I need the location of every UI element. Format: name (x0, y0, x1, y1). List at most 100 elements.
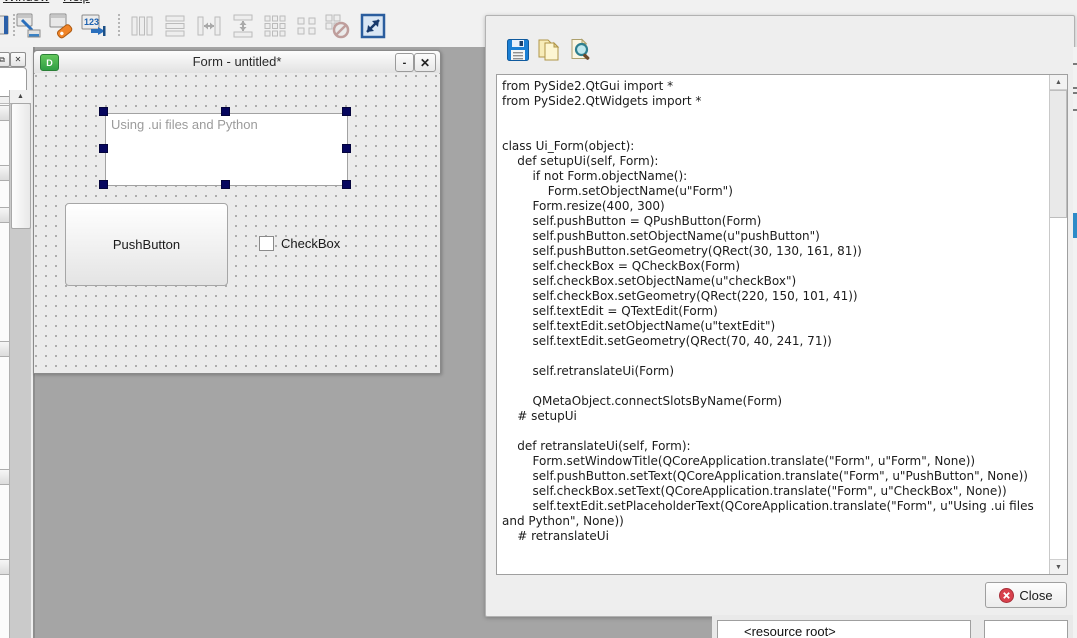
code-line: if not Form.objectName(): (502, 169, 1045, 184)
toolbar-separator (118, 14, 120, 38)
edit-tab-order-button[interactable]: 123 (79, 10, 109, 42)
resource-preview[interactable] (984, 620, 1068, 638)
menu-help[interactable]: Help (63, 0, 90, 4)
edit-buddies-button[interactable] (47, 10, 77, 42)
list-item[interactable] (0, 165, 9, 181)
lay-out-vertically-in-splitter-button[interactable] (228, 10, 258, 42)
edit-signals-slots-icon (16, 13, 42, 39)
text-fragment (1073, 109, 1077, 111)
text-fragment (1073, 63, 1077, 65)
list-item[interactable] (0, 469, 9, 485)
push-button-widget[interactable]: PushButton (65, 203, 228, 286)
selection-handle[interactable] (342, 107, 351, 116)
resource-browser-panel: <resource root> (712, 615, 1077, 638)
selection-handle[interactable] (221, 107, 230, 116)
list-item[interactable] (0, 207, 9, 223)
code-line: def retranslateUi(self, Form): (502, 439, 1045, 454)
close-icon[interactable]: ✕ (10, 52, 26, 67)
selection-handle[interactable] (99, 107, 108, 116)
form-canvas[interactable]: Using .ui files and Python PushButton Ch… (35, 73, 439, 372)
selection-handle[interactable] (99, 144, 108, 153)
code-line: self.textEdit.setPlaceholderText(QCoreAp… (502, 499, 1045, 514)
close-button-label: Close (1019, 588, 1052, 603)
edit-signals-slots-button[interactable] (14, 10, 44, 42)
menu-window[interactable]: Window (3, 0, 49, 4)
close-icon (999, 588, 1014, 603)
lay-out-horizontally-in-splitter-button[interactable] (194, 10, 224, 42)
widget-list[interactable] (0, 103, 9, 638)
scroll-up-icon[interactable]: ▲ (10, 90, 31, 104)
selection-handle[interactable] (99, 180, 108, 189)
scrollbar-thumb[interactable] (11, 103, 31, 229)
scroll-up-icon[interactable]: ▲ (1050, 75, 1067, 90)
lay-out-horizontally-button[interactable] (127, 10, 157, 42)
code-line: # retranslateUi (502, 529, 1045, 544)
lay-out-horizontally-icon (129, 13, 155, 39)
selection-handle[interactable] (342, 144, 351, 153)
check-box-widget[interactable]: CheckBox (255, 223, 356, 264)
edit-buddies-icon (49, 13, 75, 39)
code-line: self.pushButton.setObjectName(u"pushButt… (502, 229, 1045, 244)
code-line (502, 349, 1045, 364)
save-button[interactable] (504, 37, 532, 63)
adjust-size-button[interactable] (358, 10, 388, 42)
resource-root-item[interactable]: <resource root> (744, 624, 836, 638)
code-line: Form.setWindowTitle(QCoreApplication.tra… (502, 454, 1045, 469)
lay-out-in-a-form-layout-button[interactable] (292, 10, 322, 42)
svg-text:123: 123 (84, 17, 99, 27)
code-line (502, 109, 1045, 124)
lay-out-in-a-grid-icon (262, 13, 288, 39)
lay-out-vertically-button[interactable] (160, 10, 190, 42)
code-line: self.pushButton = QPushButton(Form) (502, 214, 1045, 229)
code-line: self.textEdit = QTextEdit(Form) (502, 304, 1045, 319)
code-vertical-scrollbar[interactable]: ▲ ▼ (1049, 75, 1067, 574)
find-button[interactable] (567, 37, 595, 63)
widget-box-scrollbar[interactable]: ▲ (9, 90, 31, 638)
list-item[interactable] (0, 105, 9, 121)
form-title-bar[interactable]: D Form - untitled* - ✕ (34, 51, 440, 74)
dialog-close-button[interactable]: Close (985, 582, 1067, 608)
float-icon[interactable]: ⧉ (0, 52, 10, 67)
lay-out-vertically-in-splitter-icon (230, 13, 256, 39)
copy-icon (536, 38, 562, 62)
code-view[interactable]: from PySide2.QtGui import *from PySide2.… (496, 74, 1068, 575)
code-line: # setupUi (502, 409, 1045, 424)
check-box-label: CheckBox (281, 236, 340, 251)
code-line: self.pushButton.setText(QCoreApplication… (502, 469, 1045, 484)
code-line: self.checkBox = QCheckBox(Form) (502, 259, 1045, 274)
code-line: Form.setObjectName(u"Form") (502, 184, 1045, 199)
selection-handle[interactable] (342, 180, 351, 189)
edit-widgets-button[interactable] (0, 10, 13, 42)
text-edit-placeholder: Using .ui files and Python (111, 117, 258, 132)
scrollbar-thumb[interactable] (1050, 90, 1067, 218)
code-line: class Ui_Form(object): (502, 139, 1045, 154)
code-line: QMetaObject.connectSlotsByName(Form) (502, 394, 1045, 409)
break-layout-button[interactable] (322, 10, 352, 42)
form-editor-window: D Form - untitled* - ✕ Using .ui files a… (33, 50, 441, 374)
find-icon (568, 38, 594, 62)
qt-designer-screen: Window Help (0, 0, 1077, 638)
copy-button[interactable] (535, 37, 563, 63)
list-item[interactable] (0, 559, 9, 575)
check-box-indicator[interactable] (259, 236, 274, 251)
edit-tab-order-icon: 123 (81, 13, 107, 39)
lay-out-in-a-grid-button[interactable] (260, 10, 290, 42)
code-line: and Python", None)) (502, 514, 1045, 529)
scroll-down-icon[interactable]: ▼ (1050, 559, 1067, 574)
code-content: from PySide2.QtGui import *from PySide2.… (502, 79, 1045, 544)
selection-handle[interactable] (221, 180, 230, 189)
code-line: self.checkBox.setObjectName(u"checkBox") (502, 274, 1045, 289)
break-layout-icon (324, 13, 350, 39)
minimize-button[interactable]: - (395, 53, 414, 72)
resource-tree[interactable]: <resource root> (717, 620, 971, 638)
save-icon (506, 38, 530, 62)
form-window-title: Form - untitled* (34, 54, 440, 69)
text-edit-widget[interactable]: Using .ui files and Python (105, 113, 348, 186)
code-line: self.pushButton.setGeometry(QRect(30, 13… (502, 244, 1045, 259)
code-line: self.textEdit.setObjectName(u"textEdit") (502, 319, 1045, 334)
edit-widgets-icon (0, 13, 11, 39)
list-item[interactable] (0, 341, 9, 357)
window-close-button[interactable]: ✕ (414, 53, 436, 72)
lay-out-vertically-icon (162, 13, 188, 39)
right-edge-panel (1073, 47, 1077, 638)
